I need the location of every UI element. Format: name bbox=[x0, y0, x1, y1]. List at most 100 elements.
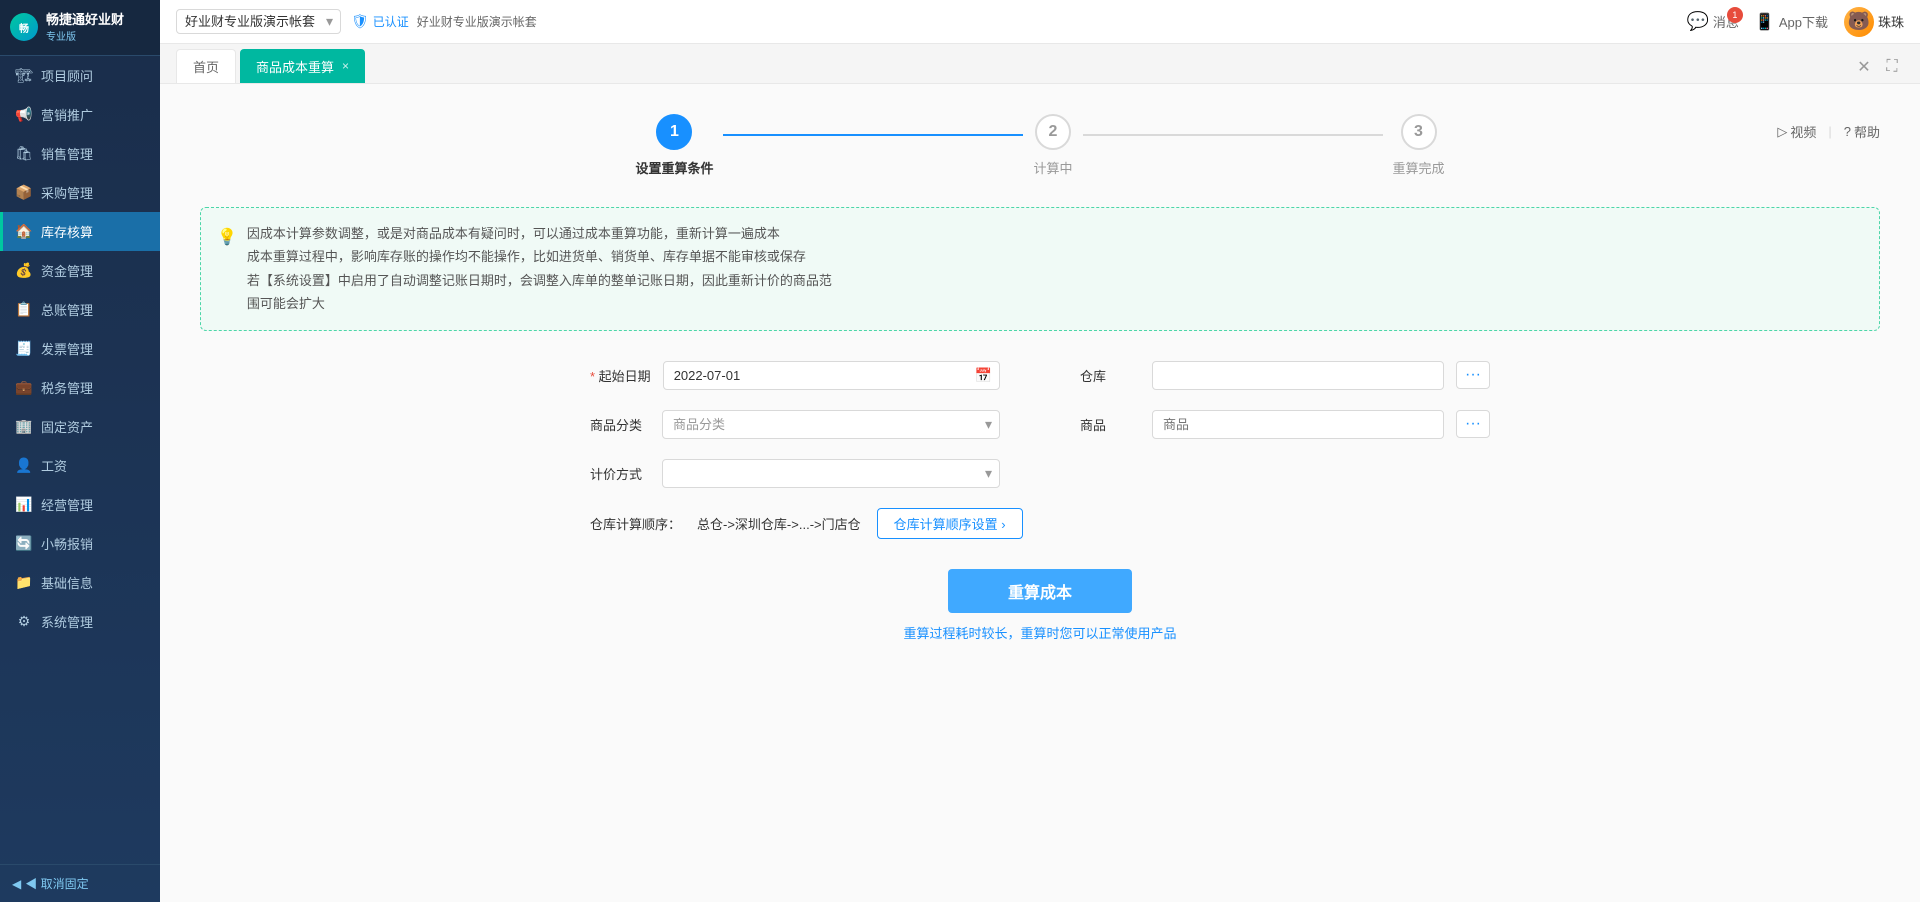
system-icon: ⚙ bbox=[15, 612, 33, 630]
sidebar-item-sales[interactable]: 🛍 销售管理 bbox=[0, 134, 160, 173]
avatar: 🐻 bbox=[1844, 7, 1874, 37]
sidebar-item-tax[interactable]: 💼 税务管理 bbox=[0, 368, 160, 407]
sidebar-header: 畅 畅捷通好业财 专业版 bbox=[0, 0, 160, 56]
sidebar-item-assets[interactable]: 🏢 固定资产 bbox=[0, 407, 160, 446]
app-logo: 畅 bbox=[10, 13, 38, 41]
tab-bar: 首页 商品成本重算 × ✕ ⛶ bbox=[160, 44, 1920, 84]
play-icon: ▷ bbox=[1777, 124, 1787, 140]
step-3: 3 重算完成 bbox=[1393, 114, 1445, 177]
sidebar-item-finance[interactable]: 💰 资金管理 bbox=[0, 251, 160, 290]
tab-home-label: 首页 bbox=[193, 57, 219, 76]
pricing-select[interactable] bbox=[662, 459, 1000, 488]
info-box: 💡 因成本计算参数调整，或是对商品成本有疑问时，可以通过成本重算功能，重新计算一… bbox=[200, 207, 1880, 331]
form-grid: 起始日期 📅 仓库 ··· 商品分类 商品分类 ▾ bbox=[590, 361, 1490, 488]
sidebar-item-accounting[interactable]: 📋 总账管理 bbox=[0, 290, 160, 329]
expand-page-button[interactable]: ⛶ bbox=[1880, 55, 1904, 79]
phone-icon: 📱 bbox=[1755, 12, 1775, 32]
main-area: 好业财专业版演示帐套 🛡 已认证 好业财专业版演示帐套 💬 消息 1 📱 App… bbox=[160, 0, 1920, 902]
sidebar-item-label: 发票管理 bbox=[41, 339, 93, 358]
sidebar-item-payroll[interactable]: 👤 工资 bbox=[0, 446, 160, 485]
question-icon: ? bbox=[1844, 124, 1851, 139]
tab-home[interactable]: 首页 bbox=[176, 49, 236, 83]
info-text: 因成本计算参数调整，或是对商品成本有疑问时，可以通过成本重算功能，重新计算一遍成… bbox=[247, 222, 832, 316]
product-label: 商品 bbox=[1080, 415, 1140, 434]
calc-order-row: 仓库计算顺序： 总仓->深圳仓库->...->门店仓 仓库计算顺序设置 › bbox=[590, 508, 1490, 539]
step-3-circle: 3 bbox=[1401, 114, 1437, 150]
sidebar-item-label: 小畅报销 bbox=[41, 534, 93, 553]
sidebar-item-operations[interactable]: 📊 经营管理 bbox=[0, 485, 160, 524]
notification-badge: 1 bbox=[1727, 7, 1743, 23]
sidebar-item-label: 总账管理 bbox=[41, 300, 93, 319]
form-row-start-date: 起始日期 📅 bbox=[590, 361, 1000, 390]
app-download-button[interactable]: 📱 App下载 bbox=[1755, 12, 1828, 32]
start-date-input-wrap: 📅 bbox=[663, 361, 1000, 390]
tab-cost-recalc-label: 商品成本重算 bbox=[256, 57, 334, 76]
sidebar-item-label: 库存核算 bbox=[41, 222, 93, 241]
category-select-wrap: 商品分类 ▾ bbox=[662, 410, 1000, 439]
info-line-2: 成本重算过程中，影响库存账的操作均不能操作，比如进货单、销货单、库存单据不能审核… bbox=[247, 245, 832, 268]
sidebar-item-basic[interactable]: 📁 基础信息 bbox=[0, 563, 160, 602]
user-profile[interactable]: 🐻 珠珠 bbox=[1844, 7, 1904, 37]
verified-badge: 🛡 已认证 好业财专业版演示帐套 bbox=[351, 13, 537, 30]
content-area: 1 设置重算条件 2 计算中 3 重算完成 ▷ 视频 | ? bbox=[160, 84, 1920, 902]
step-1: 1 设置重算条件 bbox=[635, 114, 713, 177]
tab-close-icon[interactable]: × bbox=[342, 59, 349, 73]
tax-icon: 💼 bbox=[15, 378, 33, 396]
calc-order-settings-button[interactable]: 仓库计算顺序设置 › bbox=[877, 508, 1023, 539]
sidebar-item-inventory[interactable]: 🏠 库存核算 bbox=[0, 212, 160, 251]
info-line-4: 围可能会扩大 bbox=[247, 292, 832, 315]
account-selector[interactable]: 好业财专业版演示帐套 bbox=[176, 9, 341, 34]
message-button[interactable]: 💬 消息 1 bbox=[1686, 11, 1738, 32]
payroll-icon: 👤 bbox=[15, 456, 33, 474]
unpin-label: ◀ 取消固定 bbox=[25, 875, 88, 892]
marketing-icon: 📢 bbox=[15, 105, 33, 123]
operations-icon: 📊 bbox=[15, 495, 33, 513]
sidebar-item-project[interactable]: 🏗 项目顾问 bbox=[0, 56, 160, 95]
verified-text: 已认证 bbox=[373, 13, 409, 30]
sidebar-item-label: 营销推广 bbox=[41, 105, 93, 124]
shield-icon: 🛡 bbox=[351, 13, 369, 30]
step-help-links: ▷ 视频 | ? 帮助 bbox=[1777, 122, 1880, 141]
assets-icon: 🏢 bbox=[15, 417, 33, 435]
sidebar-item-marketing[interactable]: 📢 营销推广 bbox=[0, 95, 160, 134]
category-label: 商品分类 bbox=[590, 415, 650, 434]
verified-account-name: 好业财专业版演示帐套 bbox=[417, 13, 537, 30]
tab-cost-recalc[interactable]: 商品成本重算 × bbox=[240, 49, 365, 83]
pricing-label: 计价方式 bbox=[590, 464, 650, 483]
sidebar: 畅 畅捷通好业财 专业版 🏗 项目顾问 📢 营销推广 🛍 销售管理 📦 采购管理… bbox=[0, 0, 160, 902]
unpin-icon: ◀ bbox=[12, 877, 21, 891]
topbar-left: 好业财专业版演示帐套 🛡 已认证 好业财专业版演示帐套 bbox=[176, 9, 537, 34]
step-2-circle: 2 bbox=[1035, 114, 1071, 150]
start-date-label: 起始日期 bbox=[590, 366, 651, 385]
account-selector-wrap[interactable]: 好业财专业版演示帐套 bbox=[176, 9, 341, 34]
close-page-button[interactable]: ✕ bbox=[1852, 55, 1876, 79]
sidebar-item-invoice[interactable]: 🧾 发票管理 bbox=[0, 329, 160, 368]
help-link[interactable]: ? 帮助 bbox=[1844, 122, 1880, 141]
warehouse-dots-button[interactable]: ··· bbox=[1456, 361, 1490, 389]
calendar-icon[interactable]: 📅 bbox=[975, 367, 992, 384]
step-line-2-3 bbox=[1083, 134, 1383, 136]
recalc-button[interactable]: 重算成本 bbox=[948, 569, 1132, 613]
sidebar-item-label: 采购管理 bbox=[41, 183, 93, 202]
sidebar-item-label: 销售管理 bbox=[41, 144, 93, 163]
warehouse-input[interactable] bbox=[1152, 361, 1444, 390]
sidebar-item-label: 税务管理 bbox=[41, 378, 93, 397]
sidebar-item-purchase[interactable]: 📦 采购管理 bbox=[0, 173, 160, 212]
sidebar-item-expense[interactable]: 🔄 小畅报销 bbox=[0, 524, 160, 563]
sidebar-item-system[interactable]: ⚙ 系统管理 bbox=[0, 602, 160, 641]
category-select[interactable]: 商品分类 bbox=[662, 410, 1000, 439]
product-input[interactable] bbox=[1152, 410, 1444, 439]
video-link[interactable]: ▷ 视频 bbox=[1777, 122, 1816, 141]
product-dots-button[interactable]: ··· bbox=[1456, 410, 1490, 438]
recalc-hint: 重算过程耗时较长，重算时您可以正常使用产品 bbox=[903, 623, 1176, 642]
expense-icon: 🔄 bbox=[15, 534, 33, 552]
sidebar-nav: 🏗 项目顾问 📢 营销推广 🛍 销售管理 📦 采购管理 🏠 库存核算 💰 资金管… bbox=[0, 56, 160, 864]
sidebar-item-label: 固定资产 bbox=[41, 417, 93, 436]
sidebar-footer[interactable]: ◀ ◀ 取消固定 bbox=[0, 864, 160, 902]
start-date-input[interactable] bbox=[663, 361, 1000, 390]
form-row-pricing: 计价方式 ▾ bbox=[590, 459, 1000, 488]
app-download-label: App下载 bbox=[1779, 12, 1828, 31]
app-title: 畅捷通好业财 bbox=[46, 12, 124, 28]
sidebar-title-area: 畅捷通好业财 专业版 bbox=[46, 12, 124, 43]
step-2-label: 计算中 bbox=[1033, 158, 1072, 177]
